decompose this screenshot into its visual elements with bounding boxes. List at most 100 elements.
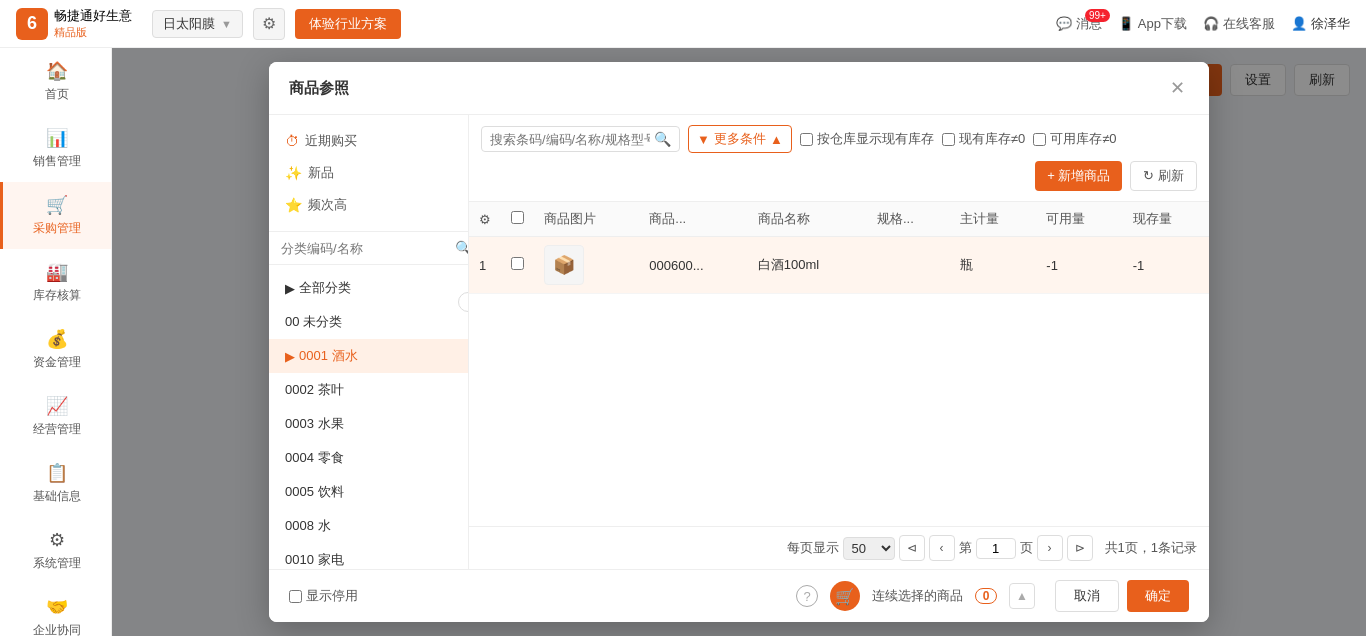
- help-icon[interactable]: ?: [796, 585, 818, 607]
- page-number-input[interactable]: [976, 538, 1016, 559]
- footer-actions: 取消 确定: [1055, 580, 1189, 612]
- page-info: 共1页，1条记录: [1105, 539, 1197, 557]
- sidebar: 🏠 首页 📊 销售管理 🛒 采购管理 🏭 库存核算 💰 资金管理 📈 经营管理 …: [0, 48, 112, 636]
- sidebar-item-system[interactable]: ⚙ 系统管理: [0, 517, 111, 584]
- gear-icon: ⚙: [262, 14, 276, 33]
- service-item[interactable]: 🎧 在线客服: [1203, 15, 1275, 33]
- next-page-button[interactable]: ›: [1037, 535, 1063, 561]
- category-search: 🔍: [269, 232, 468, 265]
- sidebar-item-inventory[interactable]: 🏭 库存核算: [0, 249, 111, 316]
- row-unit: 瓶: [950, 237, 1036, 294]
- sidebar-item-label: 采购管理: [33, 220, 81, 237]
- modal-close-button[interactable]: ✕: [1165, 76, 1189, 100]
- show-disabled-label[interactable]: 显示停用: [289, 587, 358, 605]
- nav-right: 💬 消息 99+ 📱 App下载 🎧 在线客服 👤 徐泽华: [1056, 15, 1350, 33]
- app-download-item[interactable]: 📱 App下载: [1118, 15, 1187, 33]
- th-unit[interactable]: 主计量: [950, 202, 1036, 237]
- collapse-cart-button[interactable]: ▲: [1009, 583, 1035, 609]
- cancel-button[interactable]: 取消: [1055, 580, 1119, 612]
- product-search-icon[interactable]: 🔍: [654, 131, 671, 147]
- modal-overlay: 商品参照 ✕ ⏱ 近期购买 ✨ 新品: [112, 48, 1366, 636]
- sidebar-item-label: 销售管理: [33, 153, 81, 170]
- sales-icon: 📊: [46, 127, 68, 149]
- add-product-button[interactable]: + 新增商品: [1035, 161, 1122, 191]
- new-icon: ✨: [285, 165, 302, 181]
- sidebar-item-enterprise[interactable]: 🤝 企业协同: [0, 584, 111, 636]
- sidebar-item-label: 首页: [45, 86, 69, 103]
- quick-item-new[interactable]: ✨ 新品: [269, 157, 468, 189]
- checkbox-warehouse[interactable]: 按仓库显示现有库存: [800, 130, 934, 148]
- sidebar-item-label: 基础信息: [33, 488, 81, 505]
- cat-item-1[interactable]: ▶ 0001 酒水: [269, 339, 468, 373]
- frequent-icon: ⭐: [285, 197, 302, 213]
- category-search-input[interactable]: [281, 241, 449, 256]
- th-image: 商品图片: [534, 202, 639, 237]
- available-checkbox[interactable]: [1033, 133, 1046, 146]
- cat-item-7[interactable]: 0010 家电: [269, 543, 468, 569]
- cat-item-4[interactable]: 0004 零食: [269, 441, 468, 475]
- sidebar-item-label: 经营管理: [33, 421, 81, 438]
- row-index: 1: [469, 237, 501, 294]
- recent-icon: ⏱: [285, 133, 299, 149]
- warehouse-checkbox[interactable]: [800, 133, 813, 146]
- pagination-bar: 每页显示 50 10 20 100 ⊲ ‹ 第 页: [469, 526, 1209, 569]
- message-icon-item[interactable]: 💬 消息 99+: [1056, 15, 1102, 33]
- sidebar-item-label: 系统管理: [33, 555, 81, 572]
- first-page-button[interactable]: ⊲: [899, 535, 925, 561]
- sidebar-item-sales[interactable]: 📊 销售管理: [0, 115, 111, 182]
- category-panel: ⏱ 近期购买 ✨ 新品 ⭐ 频次高: [269, 115, 469, 569]
- filter-arrow-icon: ▲: [770, 132, 783, 147]
- sidebar-item-operations[interactable]: 📈 经营管理: [0, 383, 111, 450]
- quick-item-frequent[interactable]: ⭐ 频次高: [269, 189, 468, 221]
- modal-title: 商品参照: [289, 79, 349, 98]
- cart-button[interactable]: 🛒: [830, 581, 860, 611]
- checkbox-existing[interactable]: 现有库存≠0: [942, 130, 1025, 148]
- row-available: -1: [1036, 237, 1122, 294]
- product-search-box: 🔍: [481, 126, 680, 152]
- quick-item-recent[interactable]: ⏱ 近期购买: [269, 125, 468, 157]
- cat-item-0[interactable]: 00 未分类: [269, 305, 468, 339]
- purchase-icon: 🛒: [46, 194, 68, 216]
- th-available[interactable]: 可用量: [1036, 202, 1122, 237]
- topnav: 6 畅捷通好生意 精品版 日太阳膜 ▼ ⚙ 体验行业方案 💬 消息 99+ 📱 …: [0, 0, 1366, 48]
- product-toolbar: 🔍 ▼ 更多条件 ▲ 按仓库显示现有库存: [469, 115, 1209, 202]
- cat-item-2[interactable]: 0002 茶叶: [269, 373, 468, 407]
- filter-icon: ▼: [697, 132, 710, 147]
- user-avatar[interactable]: 👤 徐泽华: [1291, 15, 1350, 33]
- per-page-select[interactable]: 50 10 20 100: [843, 537, 895, 560]
- experience-button[interactable]: 体验行业方案: [295, 9, 401, 39]
- select-all-checkbox[interactable]: [511, 211, 524, 224]
- row-select-checkbox[interactable]: [511, 257, 524, 270]
- existing-checkbox[interactable]: [942, 133, 955, 146]
- nav-dropdown[interactable]: 日太阳膜 ▼: [152, 10, 243, 38]
- cat-item-5[interactable]: 0005 饮料: [269, 475, 468, 509]
- sidebar-item-purchase[interactable]: 🛒 采购管理: [0, 182, 111, 249]
- prev-page-button[interactable]: ‹: [929, 535, 955, 561]
- more-filter-button[interactable]: ▼ 更多条件 ▲: [688, 125, 792, 153]
- sidebar-item-home[interactable]: 🏠 首页: [0, 48, 111, 115]
- th-stock[interactable]: 现存量: [1123, 202, 1209, 237]
- product-image: 📦: [544, 245, 584, 285]
- sidebar-item-label: 资金管理: [33, 354, 81, 371]
- product-search-input[interactable]: [490, 132, 650, 147]
- page-unit: 页: [1020, 539, 1033, 557]
- cat-item-6[interactable]: 0008 水: [269, 509, 468, 543]
- last-page-button[interactable]: ⊳: [1067, 535, 1093, 561]
- checkbox-available[interactable]: 可用库存≠0: [1033, 130, 1116, 148]
- confirm-button[interactable]: 确定: [1127, 580, 1189, 612]
- th-code[interactable]: 商品...: [639, 202, 748, 237]
- show-disabled-checkbox[interactable]: [289, 590, 302, 603]
- page-word: 第: [959, 539, 972, 557]
- cat-arrow-icon: ▶: [285, 281, 295, 296]
- sidebar-item-finance[interactable]: 💰 资金管理: [0, 316, 111, 383]
- category-search-icon[interactable]: 🔍: [455, 240, 469, 256]
- cat-item-3[interactable]: 0003 水果: [269, 407, 468, 441]
- cat-item-all[interactable]: ▶ 全部分类: [269, 271, 468, 305]
- logo-text: 畅捷通好生意 精品版: [54, 7, 132, 40]
- th-spec[interactable]: 规格...: [867, 202, 950, 237]
- refresh-button[interactable]: ↻ 刷新: [1130, 161, 1197, 191]
- th-name[interactable]: 商品名称: [748, 202, 867, 237]
- table-row[interactable]: 1 📦 000600... 白酒100ml 瓶: [469, 237, 1209, 294]
- settings-button[interactable]: ⚙: [253, 8, 285, 40]
- sidebar-item-basic-info[interactable]: 📋 基础信息: [0, 450, 111, 517]
